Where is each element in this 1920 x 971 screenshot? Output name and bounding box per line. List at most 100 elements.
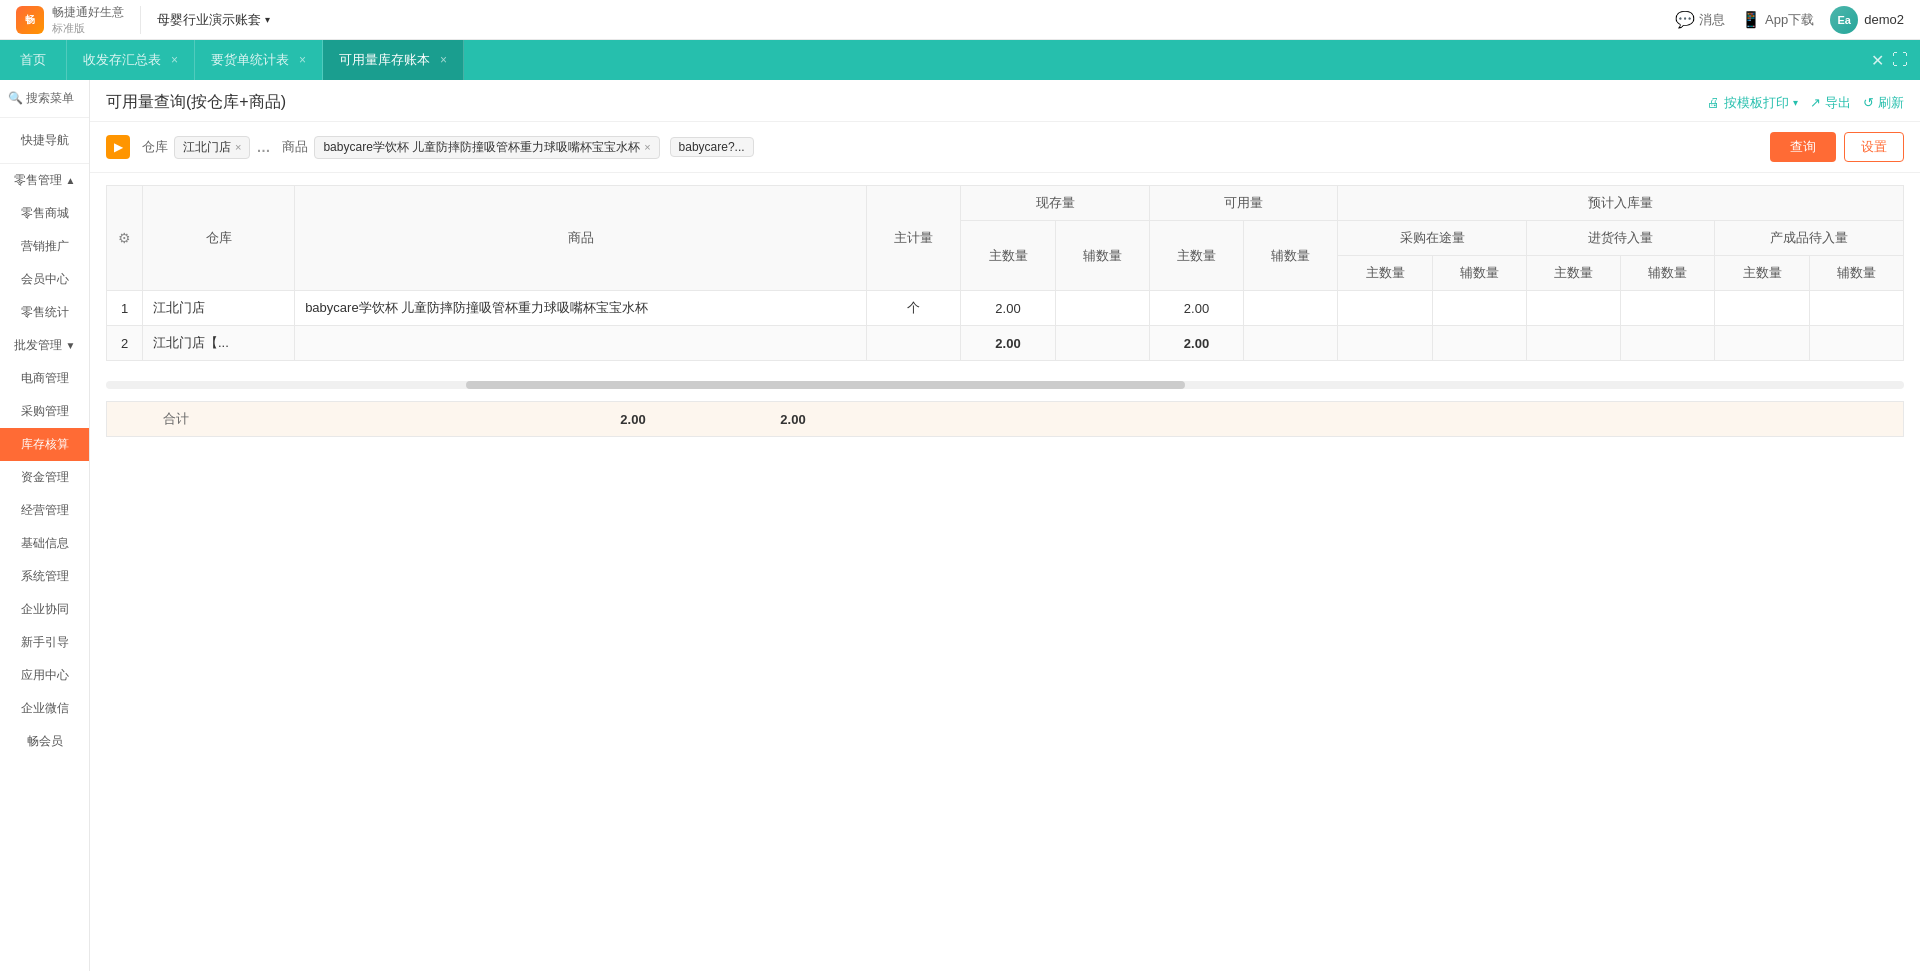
sidebar-item-marketing[interactable]: 营销推广 xyxy=(0,230,89,263)
sidebar-search-label: 搜索菜单 xyxy=(26,91,74,105)
tab-order-stats-close[interactable]: × xyxy=(299,53,306,67)
tab-receive-summary[interactable]: 收发存汇总表 × xyxy=(67,40,195,80)
scroll-thumb[interactable] xyxy=(466,381,1185,389)
refresh-btn[interactable]: ↺ 刷新 xyxy=(1863,94,1904,112)
row-2-available-aux xyxy=(1244,326,1338,361)
product-tag-1[interactable]: babycare学饮杯 儿童防摔防撞吸管杯重力球吸嘴杯宝宝水杯 × xyxy=(314,136,659,159)
product-filter: 商品 babycare学饮杯 儿童防摔防撞吸管杯重力球吸嘴杯宝宝水杯 × bab… xyxy=(282,136,753,159)
col-incoming: 进货待入量 xyxy=(1526,221,1715,256)
tab-order-stats-label: 要货单统计表 xyxy=(211,51,289,69)
row-2-pt-aux xyxy=(1432,326,1526,361)
table-row: 2 江北门店【... 2.00 2.00 xyxy=(107,326,1904,361)
column-settings-icon[interactable]: ⚙ xyxy=(118,230,131,246)
app-center-label: 应用中心 xyxy=(21,668,69,682)
export-icon: ↗ xyxy=(1810,95,1821,110)
col-prod-aux: 辅数量 xyxy=(1809,256,1903,291)
horizontal-scrollbar[interactable] xyxy=(106,381,1904,389)
industry-selector[interactable]: 母婴行业演示账套 ▾ xyxy=(157,11,270,29)
warehouse-tag-value: 江北门店 xyxy=(183,139,231,156)
tab-available-stock-close[interactable]: × xyxy=(440,53,447,67)
maximize-icon[interactable]: ⛶ xyxy=(1892,51,1908,69)
row-2-stock-aux xyxy=(1055,326,1149,361)
corp-collab-label: 企业协同 xyxy=(21,602,69,616)
message-icon: 💬 xyxy=(1675,10,1695,29)
sidebar-item-new-guide[interactable]: 新手引导 xyxy=(0,626,89,659)
row-1-pt-main xyxy=(1338,291,1432,326)
expand-filter-btn[interactable]: ▶ xyxy=(106,135,130,159)
refresh-label: 刷新 xyxy=(1878,94,1904,112)
row-1-product: babycare学饮杯 儿童防摔防撞吸管杯重力球吸嘴杯宝宝水杯 xyxy=(295,291,867,326)
table-row: 1 江北门店 babycare学饮杯 儿童防摔防撞吸管杯重力球吸嘴杯宝宝水杯 个… xyxy=(107,291,1904,326)
product-tag-2[interactable]: babycare?... xyxy=(670,137,754,157)
tab-available-stock[interactable]: 可用量库存账本 × xyxy=(323,40,464,80)
message-action[interactable]: 💬 消息 xyxy=(1675,10,1725,29)
tab-home[interactable]: 首页 xyxy=(0,40,67,80)
col-available-aux: 辅数量 xyxy=(1244,221,1338,291)
sidebar-item-ecom-mgmt[interactable]: 电商管理 xyxy=(0,362,89,395)
table-footer-wrapper: 合计 2.00 2.00 xyxy=(90,401,1920,449)
page-title: 可用量查询(按仓库+商品) xyxy=(106,92,286,113)
brand-subtitle: 标准版 xyxy=(52,21,124,36)
close-all-tabs-icon[interactable]: ✕ xyxy=(1871,51,1884,70)
avatar: Ea xyxy=(1830,6,1858,34)
page-header: 可用量查询(按仓库+商品) 🖨 按模板打印 ▾ ↗ 导出 ↺ 刷新 xyxy=(90,80,1920,122)
main-layout: 🔍 搜索菜单 快捷导航 零售管理 ▲ 零售商城 营销推广 会员中心 零售统计 批… xyxy=(0,80,1920,971)
col-forecast-header: 预计入库量 xyxy=(1338,186,1904,221)
sidebar-item-finance-mgmt[interactable]: 资金管理 xyxy=(0,461,89,494)
row-2-pt-main xyxy=(1338,326,1432,361)
page-content: 可用量查询(按仓库+商品) 🖨 按模板打印 ▾ ↗ 导出 ↺ 刷新 xyxy=(90,80,1920,971)
vip-member-label: 畅会员 xyxy=(27,734,63,748)
download-label: App下载 xyxy=(1765,11,1814,29)
col-pt-main: 主数量 xyxy=(1338,256,1432,291)
sidebar-item-inventory-check[interactable]: 库存核算 xyxy=(0,428,89,461)
basic-info-label: 基础信息 xyxy=(21,536,69,550)
sidebar-item-retail-mall[interactable]: 零售商城 xyxy=(0,197,89,230)
user-area[interactable]: Ea demo2 xyxy=(1830,6,1904,34)
row-2-unit xyxy=(867,326,961,361)
sidebar-item-basic-info[interactable]: 基础信息 xyxy=(0,527,89,560)
col-in-aux: 辅数量 xyxy=(1621,256,1715,291)
row-2-stock-main: 2.00 xyxy=(961,326,1055,361)
filter-actions: 查询 设置 xyxy=(1770,132,1904,162)
purchase-mgmt-label: 采购管理 xyxy=(21,404,69,418)
chevron-down-print: ▾ xyxy=(1793,97,1798,108)
row-1-available-aux xyxy=(1244,291,1338,326)
sidebar-item-member-center[interactable]: 会员中心 xyxy=(0,263,89,296)
brand-name: 畅捷通好生意 xyxy=(52,4,124,21)
sidebar-item-app-center[interactable]: 应用中心 xyxy=(0,659,89,692)
sidebar-item-corp-collab[interactable]: 企业协同 xyxy=(0,593,89,626)
row-1-in-main xyxy=(1526,291,1620,326)
warehouse-tag-close[interactable]: × xyxy=(235,141,241,153)
tab-receive-summary-close[interactable]: × xyxy=(171,53,178,67)
sidebar-item-ops-mgmt[interactable]: 经营管理 xyxy=(0,494,89,527)
product-tag-1-close[interactable]: × xyxy=(644,141,650,153)
sidebar-item-vip-member[interactable]: 畅会员 xyxy=(0,725,89,758)
tab-home-label: 首页 xyxy=(20,51,46,69)
sidebar-item-quick-nav[interactable]: 快捷导航 xyxy=(0,124,89,157)
sidebar-item-corp-wechat[interactable]: 企业微信 xyxy=(0,692,89,725)
chevron-down-icon: ▾ xyxy=(265,14,270,25)
sidebar-item-purchase-mgmt[interactable]: 采购管理 xyxy=(0,395,89,428)
print-template-btn[interactable]: 🖨 按模板打印 ▾ xyxy=(1707,94,1798,112)
warehouse-tag[interactable]: 江北门店 × xyxy=(174,136,250,159)
top-header: 畅 畅捷通好生意 标准版 母婴行业演示账套 ▾ 💬 消息 📱 App下载 Ea … xyxy=(0,0,1920,40)
sidebar-item-wholesale-mgmt[interactable]: 批发管理 ▼ xyxy=(0,329,89,362)
sidebar-item-retail-stats[interactable]: 零售统计 xyxy=(0,296,89,329)
warehouse-filter-label: 仓库 xyxy=(142,138,168,156)
warehouse-more-btn[interactable]: … xyxy=(256,139,270,155)
row-2-available-main: 2.00 xyxy=(1149,326,1243,361)
sidebar-item-retail-mgmt[interactable]: 零售管理 ▲ xyxy=(0,164,89,197)
col-stock-header: 现存量 xyxy=(961,186,1150,221)
col-in-main: 主数量 xyxy=(1526,256,1620,291)
row-1-prod-main xyxy=(1715,291,1809,326)
download-action[interactable]: 📱 App下载 xyxy=(1741,10,1814,29)
tab-order-stats[interactable]: 要货单统计表 × xyxy=(195,40,323,80)
col-settings-header: ⚙ xyxy=(107,186,143,291)
tab-receive-summary-label: 收发存汇总表 xyxy=(83,51,161,69)
tab-available-stock-label: 可用量库存账本 xyxy=(339,51,430,69)
sidebar-search[interactable]: 🔍 搜索菜单 xyxy=(0,80,89,118)
setting-btn[interactable]: 设置 xyxy=(1844,132,1904,162)
query-btn[interactable]: 查询 xyxy=(1770,132,1836,162)
sidebar-item-system-mgmt[interactable]: 系统管理 xyxy=(0,560,89,593)
export-btn[interactable]: ↗ 导出 xyxy=(1810,94,1851,112)
